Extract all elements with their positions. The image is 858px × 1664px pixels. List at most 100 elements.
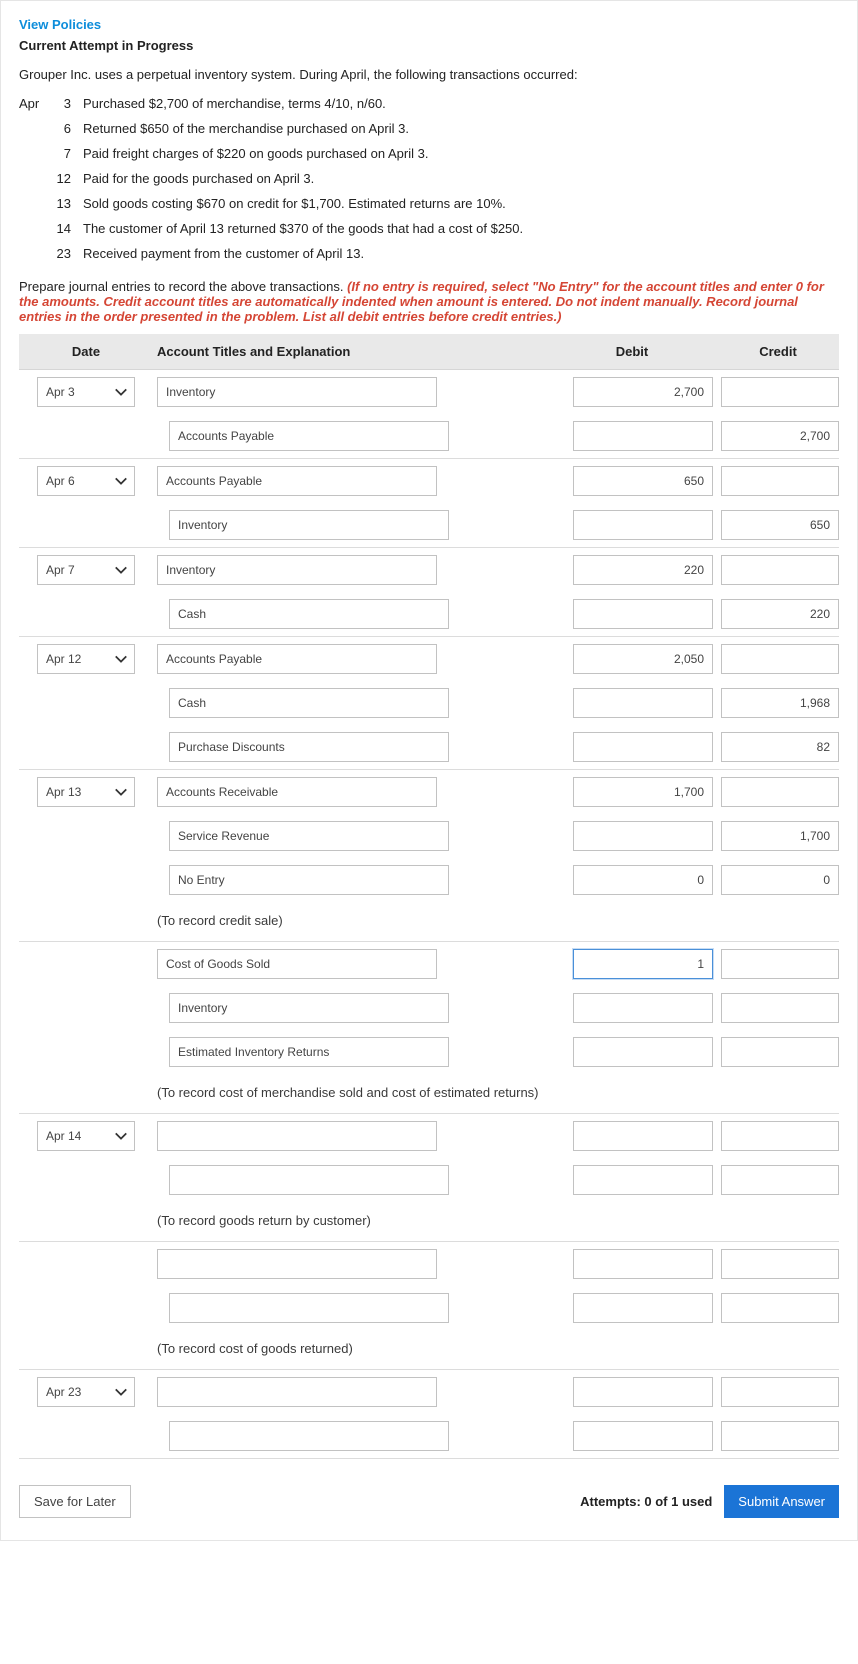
debit-input[interactable] — [573, 1037, 713, 1067]
journal-row: Accounts Payable 2,700 — [19, 414, 839, 458]
date-dropdown[interactable]: Apr 7 — [37, 555, 135, 585]
account-cell: Accounts Payable — [153, 421, 569, 451]
credit-input[interactable] — [721, 377, 839, 407]
credit-input[interactable] — [721, 777, 839, 807]
account-input[interactable] — [157, 1249, 437, 1279]
debit-input[interactable] — [573, 1293, 713, 1323]
account-input[interactable]: Purchase Discounts — [169, 732, 449, 762]
debit-cell — [569, 821, 717, 851]
debit-input[interactable] — [573, 1249, 713, 1279]
submit-answer-button[interactable]: Submit Answer — [724, 1485, 839, 1518]
account-input[interactable]: Cost of Goods Sold — [157, 949, 437, 979]
debit-input[interactable]: 1,700 — [573, 777, 713, 807]
debit-input[interactable] — [573, 1421, 713, 1451]
account-input[interactable]: Accounts Payable — [157, 466, 437, 496]
account-cell: Cash — [153, 688, 569, 718]
debit-cell — [569, 1249, 717, 1279]
credit-input[interactable] — [721, 1165, 839, 1195]
credit-cell — [717, 466, 839, 496]
debit-input[interactable] — [573, 599, 713, 629]
account-input[interactable]: Cash — [169, 688, 449, 718]
debit-input[interactable] — [573, 821, 713, 851]
account-input[interactable]: No Entry — [169, 865, 449, 895]
account-input[interactable] — [169, 1165, 449, 1195]
transaction-row: 14The customer of April 13 returned $370… — [19, 221, 839, 236]
credit-cell: 220 — [717, 599, 839, 629]
tx-day: 14 — [53, 221, 83, 236]
debit-input[interactable] — [573, 1377, 713, 1407]
credit-input[interactable] — [721, 1121, 839, 1151]
debit-input[interactable]: 650 — [573, 466, 713, 496]
debit-input[interactable] — [573, 510, 713, 540]
credit-input[interactable] — [721, 1293, 839, 1323]
debit-input[interactable] — [573, 993, 713, 1023]
journal-section: Apr 12 Accounts Payable 2,050 Cash 1,968 Purc… — [19, 637, 839, 770]
debit-input[interactable]: 1 — [573, 949, 713, 979]
account-input[interactable] — [169, 1293, 449, 1323]
account-input[interactable]: Cash — [169, 599, 449, 629]
date-dropdown[interactable]: Apr 12 — [37, 644, 135, 674]
journal-row: Cash 1,968 — [19, 681, 839, 725]
chevron-down-icon — [114, 652, 128, 666]
debit-input[interactable] — [573, 1121, 713, 1151]
credit-cell: 0 — [717, 865, 839, 895]
credit-input[interactable] — [721, 993, 839, 1023]
debit-cell — [569, 1293, 717, 1323]
date-dropdown[interactable]: Apr 23 — [37, 1377, 135, 1407]
date-dropdown[interactable]: Apr 14 — [37, 1121, 135, 1151]
account-cell: Inventory — [153, 377, 569, 407]
credit-input[interactable]: 0 — [721, 865, 839, 895]
credit-input[interactable]: 2,700 — [721, 421, 839, 451]
credit-input[interactable] — [721, 466, 839, 496]
chevron-down-icon — [114, 385, 128, 399]
journal-row: Service Revenue 1,700 — [19, 814, 839, 858]
debit-input[interactable] — [573, 688, 713, 718]
date-dropdown[interactable]: Apr 3 — [37, 377, 135, 407]
account-cell — [153, 1293, 569, 1323]
journal-section: Apr 7 Inventory 220 Cash 220 — [19, 548, 839, 637]
account-input[interactable]: Inventory — [157, 377, 437, 407]
debit-cell — [569, 1121, 717, 1151]
credit-input[interactable] — [721, 949, 839, 979]
explain-row: (To record goods return by customer) — [19, 1202, 839, 1241]
debit-input[interactable]: 0 — [573, 865, 713, 895]
explain-row: (To record credit sale) — [19, 902, 839, 941]
account-input[interactable]: Inventory — [169, 993, 449, 1023]
account-input[interactable]: Service Revenue — [169, 821, 449, 851]
account-cell: Inventory — [153, 555, 569, 585]
account-input[interactable] — [157, 1121, 437, 1151]
credit-input[interactable] — [721, 1249, 839, 1279]
date-dropdown[interactable]: Apr 6 — [37, 466, 135, 496]
transaction-row: 12Paid for the goods purchased on April … — [19, 171, 839, 186]
debit-input[interactable]: 220 — [573, 555, 713, 585]
tx-day: 12 — [53, 171, 83, 186]
date-dropdown[interactable]: Apr 13 — [37, 777, 135, 807]
account-input[interactable]: Inventory — [157, 555, 437, 585]
account-input[interactable]: Accounts Receivable — [157, 777, 437, 807]
credit-input[interactable]: 1,968 — [721, 688, 839, 718]
credit-input[interactable]: 1,700 — [721, 821, 839, 851]
account-input[interactable]: Estimated Inventory Returns — [169, 1037, 449, 1067]
credit-cell — [717, 377, 839, 407]
credit-input[interactable] — [721, 1037, 839, 1067]
credit-input[interactable]: 650 — [721, 510, 839, 540]
credit-input[interactable]: 220 — [721, 599, 839, 629]
account-input[interactable] — [157, 1377, 437, 1407]
credit-input[interactable] — [721, 644, 839, 674]
account-input[interactable]: Inventory — [169, 510, 449, 540]
debit-input[interactable] — [573, 1165, 713, 1195]
debit-input[interactable]: 2,050 — [573, 644, 713, 674]
credit-input[interactable] — [721, 1377, 839, 1407]
debit-input[interactable]: 2,700 — [573, 377, 713, 407]
account-input[interactable]: Accounts Payable — [169, 421, 449, 451]
account-input[interactable]: Accounts Payable — [157, 644, 437, 674]
credit-input[interactable] — [721, 1421, 839, 1451]
debit-input[interactable] — [573, 732, 713, 762]
save-for-later-button[interactable]: Save for Later — [19, 1485, 131, 1518]
credit-input[interactable] — [721, 555, 839, 585]
explain-row: (To record cost of goods returned) — [19, 1330, 839, 1369]
debit-input[interactable] — [573, 421, 713, 451]
credit-input[interactable]: 82 — [721, 732, 839, 762]
view-policies-link[interactable]: View Policies — [19, 17, 101, 32]
account-input[interactable] — [169, 1421, 449, 1451]
